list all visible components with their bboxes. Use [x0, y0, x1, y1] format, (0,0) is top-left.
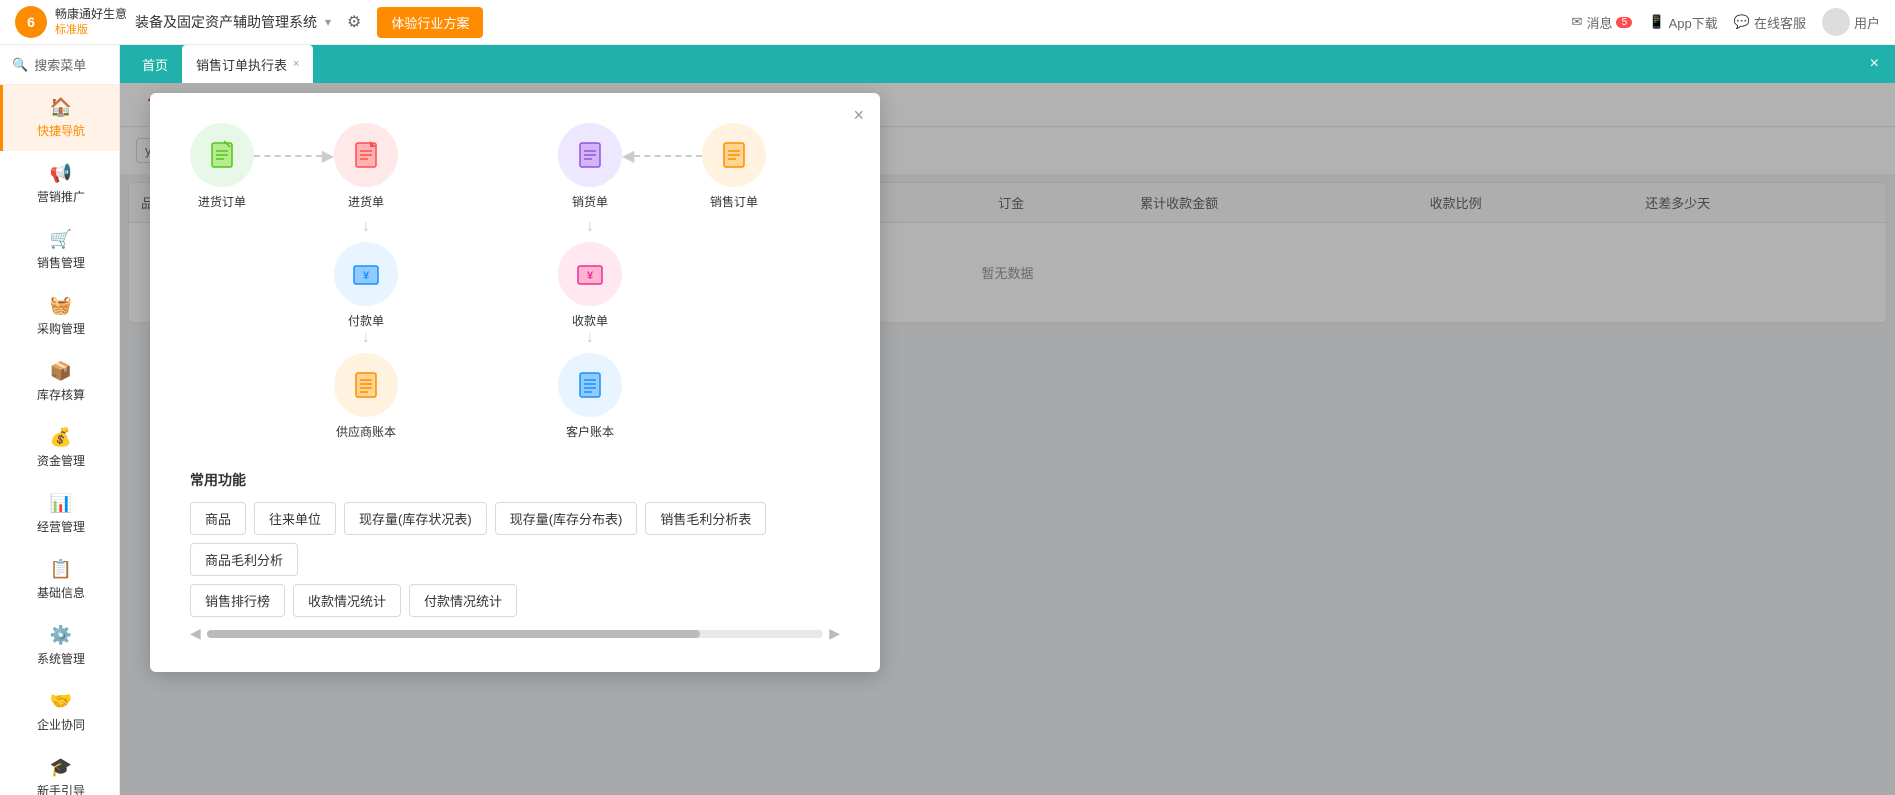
- modal-box: ×: [150, 93, 880, 672]
- flow-node-sales-order[interactable]: 销售订单: [702, 123, 766, 210]
- sales-order-icon: [702, 123, 766, 187]
- flow-node-purchase-bill[interactable]: 进货单: [334, 123, 398, 210]
- btn-contacts[interactable]: 往来单位: [254, 502, 336, 535]
- tab-sales-order[interactable]: 销售订单执行表 ×: [182, 45, 313, 83]
- top-bar: 6 畅康通好生意 标准版 装备及固定资产辅助管理系统 ▾ ⚙ 体验行业方案 ✉ …: [0, 0, 1895, 45]
- system-title-area: 装备及固定资产辅助管理系统 ▾ ⚙ 体验行业方案: [135, 7, 1572, 38]
- flow-diagram: 进货订单 ▶: [190, 123, 840, 440]
- sidebar-item-operations[interactable]: 📊 经营管理: [0, 481, 119, 547]
- btn-sales-ranking[interactable]: 销售排行榜: [190, 584, 285, 617]
- btn-payment-stats[interactable]: 付款情况统计: [409, 584, 517, 617]
- modal-close-button[interactable]: ×: [853, 105, 864, 126]
- sidebar-item-purchase[interactable]: 🧺 采购管理: [0, 283, 119, 349]
- sidebar-item-enterprise[interactable]: 🤝 企业协同: [0, 679, 119, 745]
- sidebar-item-system[interactable]: ⚙️ 系统管理: [0, 613, 119, 679]
- purchase-order-icon: [190, 123, 254, 187]
- service-icon: 💬: [1734, 14, 1750, 30]
- inventory-icon: 📦: [50, 361, 72, 382]
- message-icon: ✉: [1572, 14, 1583, 30]
- message-button[interactable]: ✉ 消息 5: [1572, 13, 1633, 32]
- logo-icon: 6: [15, 6, 47, 38]
- btn-stock-distribution[interactable]: 现存量(库存分布表): [495, 502, 638, 535]
- scroll-track[interactable]: [207, 630, 823, 638]
- sales-icon: 🛒: [50, 229, 72, 250]
- purchase-bill-icon: [334, 123, 398, 187]
- content-area: 首页 销售订单执行表 × × ❓ 帮助 🖨 按模板打印 ▾: [120, 45, 1895, 795]
- user-avatar-area[interactable]: 用户: [1822, 8, 1880, 36]
- online-service-button[interactable]: 💬 在线客服: [1734, 13, 1806, 32]
- svg-text:¥: ¥: [587, 270, 594, 282]
- logo-text: 畅康通好生意 标准版: [55, 7, 127, 37]
- modal-scrollbar: ◀ ▶: [190, 625, 840, 642]
- enterprise-icon: 🤝: [50, 691, 72, 712]
- sidebar-item-new-guide[interactable]: 🎓 新手引导: [0, 745, 119, 795]
- svg-text:¥: ¥: [363, 270, 370, 282]
- sidebar-item-marketing[interactable]: 📢 营销推广: [0, 151, 119, 217]
- btn-receipt-stats[interactable]: 收款情况统计: [293, 584, 401, 617]
- sales-bill-icon: [558, 123, 622, 187]
- system-title: 装备及固定资产辅助管理系统: [135, 12, 317, 32]
- sidebar-item-finance[interactable]: 💰 资金管理: [0, 415, 119, 481]
- flow-node-sales-bill[interactable]: 销货单: [558, 123, 622, 210]
- scroll-thumb: [207, 630, 700, 638]
- sidebar-item-quick-guide[interactable]: 🏠 快捷导航: [0, 85, 119, 151]
- receipt-bill-icon: ¥: [558, 242, 622, 306]
- common-buttons-row2: 销售排行榜 收款情况统计 付款情况统计: [190, 584, 840, 617]
- quick-guide-icon: 🏠: [50, 97, 72, 118]
- scroll-right-arrow[interactable]: ▶: [829, 625, 840, 642]
- tab-home[interactable]: 首页: [128, 45, 182, 83]
- scroll-left-arrow[interactable]: ◀: [190, 625, 201, 642]
- top-right-area: ✉ 消息 5 📱 App下载 💬 在线客服 用户: [1572, 8, 1880, 36]
- common-buttons-row1: 商品 往来单位 现存量(库存状况表) 现存量(库存分布表) 销售毛利分析表 商品…: [190, 502, 840, 576]
- logo-area: 6 畅康通好生意 标准版: [15, 6, 135, 38]
- sidebar-item-sales[interactable]: 🛒 销售管理: [0, 217, 119, 283]
- app-download-button[interactable]: 📱 App下载: [1648, 13, 1717, 32]
- common-functions-title: 常用功能: [190, 470, 840, 490]
- message-badge: 5: [1616, 17, 1632, 28]
- search-menu-item[interactable]: 🔍 搜索菜单: [0, 45, 119, 85]
- btn-sales-profit-analysis[interactable]: 销售毛利分析表: [645, 502, 766, 535]
- sidebar-item-basic-info[interactable]: 📋 基础信息: [0, 547, 119, 613]
- operations-icon: 📊: [50, 493, 72, 514]
- sidebar: 🔍 搜索菜单 🏠 快捷导航 📢 营销推广 🛒 销售管理 🧺 采购管理 📦 库存核…: [0, 45, 120, 795]
- modal-overlay: ×: [120, 83, 1895, 795]
- new-guide-icon: 🎓: [50, 757, 72, 778]
- app-download-icon: 📱: [1648, 14, 1664, 30]
- payment-bill-icon: ¥: [334, 242, 398, 306]
- customer-ledger-icon: [558, 353, 622, 417]
- supplier-ledger-icon: [334, 353, 398, 417]
- search-icon: 🔍: [12, 57, 28, 73]
- tab-bar-close-icon[interactable]: ×: [1862, 55, 1887, 73]
- page-content: ❓ 帮助 🖨 按模板打印 ▾ ⬆ 导出 ↻ 刷新: [120, 83, 1895, 795]
- btn-stock-status[interactable]: 现存量(库存状况表): [344, 502, 487, 535]
- marketing-icon: 📢: [50, 163, 72, 184]
- flow-node-purchase-order[interactable]: 进货订单: [190, 123, 254, 210]
- avatar: [1822, 8, 1850, 36]
- settings-icon[interactable]: ⚙: [347, 12, 361, 32]
- basic-info-icon: 📋: [50, 559, 72, 580]
- tab-bar: 首页 销售订单执行表 × ×: [120, 45, 1895, 83]
- trial-button[interactable]: 体验行业方案: [377, 7, 483, 38]
- sidebar-item-inventory[interactable]: 📦 库存核算: [0, 349, 119, 415]
- tab-close-button[interactable]: ×: [293, 58, 299, 70]
- btn-product-profit-analysis[interactable]: 商品毛利分析: [190, 543, 298, 576]
- system-icon: ⚙️: [50, 625, 72, 646]
- common-functions-section: 常用功能 商品 往来单位 现存量(库存状况表) 现存量(库存分布表) 销售毛利分…: [190, 470, 840, 617]
- btn-product[interactable]: 商品: [190, 502, 246, 535]
- purchase-icon: 🧺: [50, 295, 72, 316]
- main-layout: 🔍 搜索菜单 🏠 快捷导航 📢 营销推广 🛒 销售管理 🧺 采购管理 📦 库存核…: [0, 45, 1895, 795]
- finance-icon: 💰: [50, 427, 72, 448]
- system-dropdown-arrow[interactable]: ▾: [325, 15, 331, 29]
